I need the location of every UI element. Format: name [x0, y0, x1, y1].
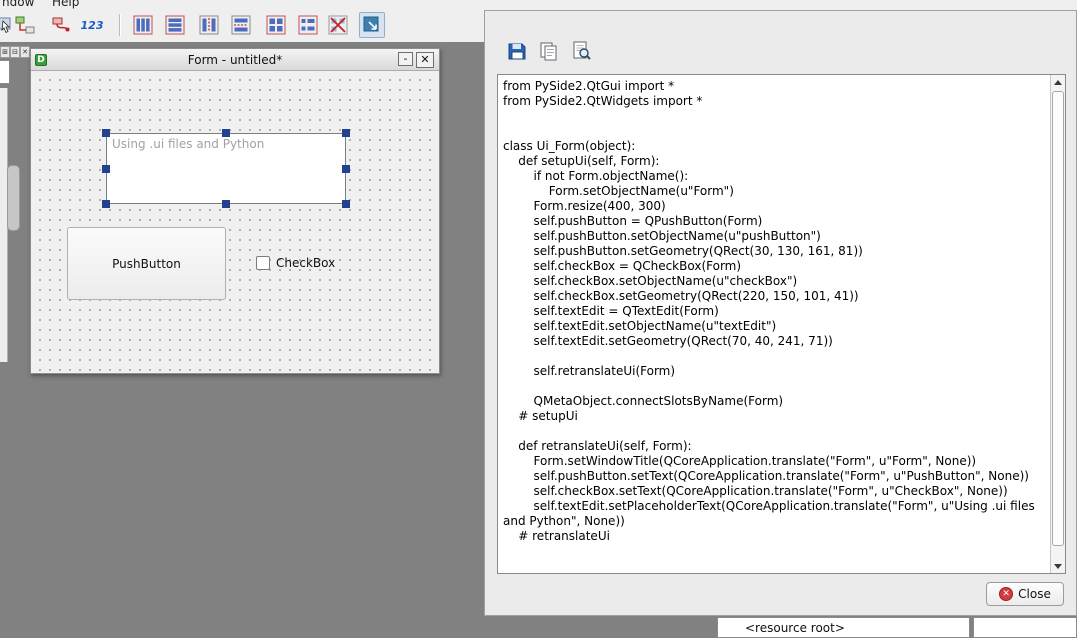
break-layout-icon	[327, 14, 349, 36]
scrollbar-thumb[interactable]	[1052, 91, 1064, 546]
textedit-widget[interactable]: Using .ui files and Python	[106, 133, 346, 204]
dock-restore-button[interactable]: ⊞	[0, 46, 10, 58]
edit-signals-slots-button[interactable]	[12, 12, 38, 38]
code-text-area[interactable]: from PySide2.QtGui import * from PySide2…	[497, 74, 1066, 574]
lay-out-vertically-button[interactable]	[162, 12, 188, 38]
selection-handle-top-right[interactable]	[342, 129, 350, 137]
close-button-label: Close	[1018, 587, 1051, 601]
break-layout-button[interactable]	[325, 12, 351, 38]
lay-out-vertically-in-splitter-icon	[230, 14, 252, 36]
widget-box-scrollbar-thumb[interactable]	[7, 165, 20, 231]
adjust-size-button[interactable]	[359, 12, 385, 38]
view-python-code-dialog: from PySide2.QtGui import * from PySide2…	[484, 10, 1077, 616]
dock-float-button[interactable]: ⊟	[10, 46, 20, 58]
checkbox-indicator[interactable]	[256, 256, 270, 270]
copy-icon	[538, 40, 560, 62]
form-window-titlebar[interactable]: D Form - untitled* - ✕	[31, 49, 439, 71]
resource-root-item[interactable]: <resource root>	[745, 621, 845, 635]
edit-buddies-icon	[51, 14, 73, 36]
form-window-title: Form - untitled*	[31, 53, 439, 67]
form-minimize-button[interactable]: -	[398, 52, 413, 66]
edit-buddies-button[interactable]	[49, 12, 75, 38]
resource-browser-panel: <resource root>	[717, 617, 970, 638]
widget-filter-input[interactable]	[0, 60, 10, 84]
toolbar-separator	[119, 14, 120, 36]
adjust-size-icon	[361, 14, 383, 36]
copy-code-button[interactable]	[536, 38, 562, 64]
lay-out-horizontally-in-splitter-icon	[198, 14, 220, 36]
lay-out-in-form-layout-button[interactable]	[295, 12, 321, 38]
menu-window[interactable]: ndow	[2, 0, 34, 9]
generated-python-code: from PySide2.QtGui import * from PySide2…	[498, 75, 1049, 573]
scroll-down-arrow-icon	[1054, 564, 1062, 569]
selection-handle-top-left[interactable]	[102, 129, 110, 137]
checkbox-label: CheckBox	[276, 256, 335, 270]
pushbutton-widget[interactable]: PushButton	[67, 227, 226, 300]
lay-out-in-grid-icon	[265, 14, 287, 36]
resource-browser-panel-right	[973, 617, 1077, 638]
checkbox-widget[interactable]: CheckBox	[256, 255, 335, 271]
lay-out-in-form-layout-icon	[297, 14, 319, 36]
scroll-down-button[interactable]	[1051, 559, 1065, 573]
save-icon	[506, 40, 528, 62]
find-in-code-button[interactable]	[569, 38, 595, 64]
lay-out-vertically-in-splitter-button[interactable]	[228, 12, 254, 38]
lay-out-vertically-icon	[164, 14, 186, 36]
scroll-up-arrow-icon	[1054, 80, 1062, 85]
selection-handle-bottom-center[interactable]	[222, 200, 230, 208]
edit-tab-order-icon: 123	[81, 19, 104, 32]
dock-close-button[interactable]: ✕	[20, 46, 30, 58]
lay-out-in-grid-button[interactable]	[263, 12, 289, 38]
selection-handle-middle-left[interactable]	[102, 165, 110, 173]
lay-out-horizontally-icon	[132, 14, 154, 36]
dialog-close-button[interactable]: ✕ Close	[986, 582, 1064, 606]
menubar: ndow Help	[0, 0, 484, 10]
close-x-icon: ✕	[999, 587, 1013, 601]
save-code-button[interactable]	[504, 38, 530, 64]
selection-handle-top-center[interactable]	[222, 129, 230, 137]
edit-signals-slots-icon	[14, 14, 36, 36]
lay-out-horizontally-button[interactable]	[130, 12, 156, 38]
selection-handle-bottom-right[interactable]	[342, 200, 350, 208]
scroll-up-button[interactable]	[1051, 75, 1065, 89]
find-document-icon	[571, 40, 593, 62]
code-vertical-scrollbar[interactable]	[1050, 75, 1065, 573]
selection-handle-middle-right[interactable]	[342, 165, 350, 173]
form-close-button[interactable]: ✕	[416, 52, 434, 68]
edit-tab-order-button[interactable]: 123	[79, 12, 105, 38]
form-canvas[interactable]: Using .ui files and Python PushButton Ch…	[31, 71, 439, 373]
menu-help[interactable]: Help	[52, 0, 79, 9]
form-designer-window: D Form - untitled* - ✕ Using .ui files a…	[30, 48, 440, 374]
lay-out-horizontally-in-splitter-button[interactable]	[196, 12, 222, 38]
qt-designer-screen: ndow Help 123	[0, 0, 1077, 638]
selection-handle-bottom-left[interactable]	[102, 200, 110, 208]
